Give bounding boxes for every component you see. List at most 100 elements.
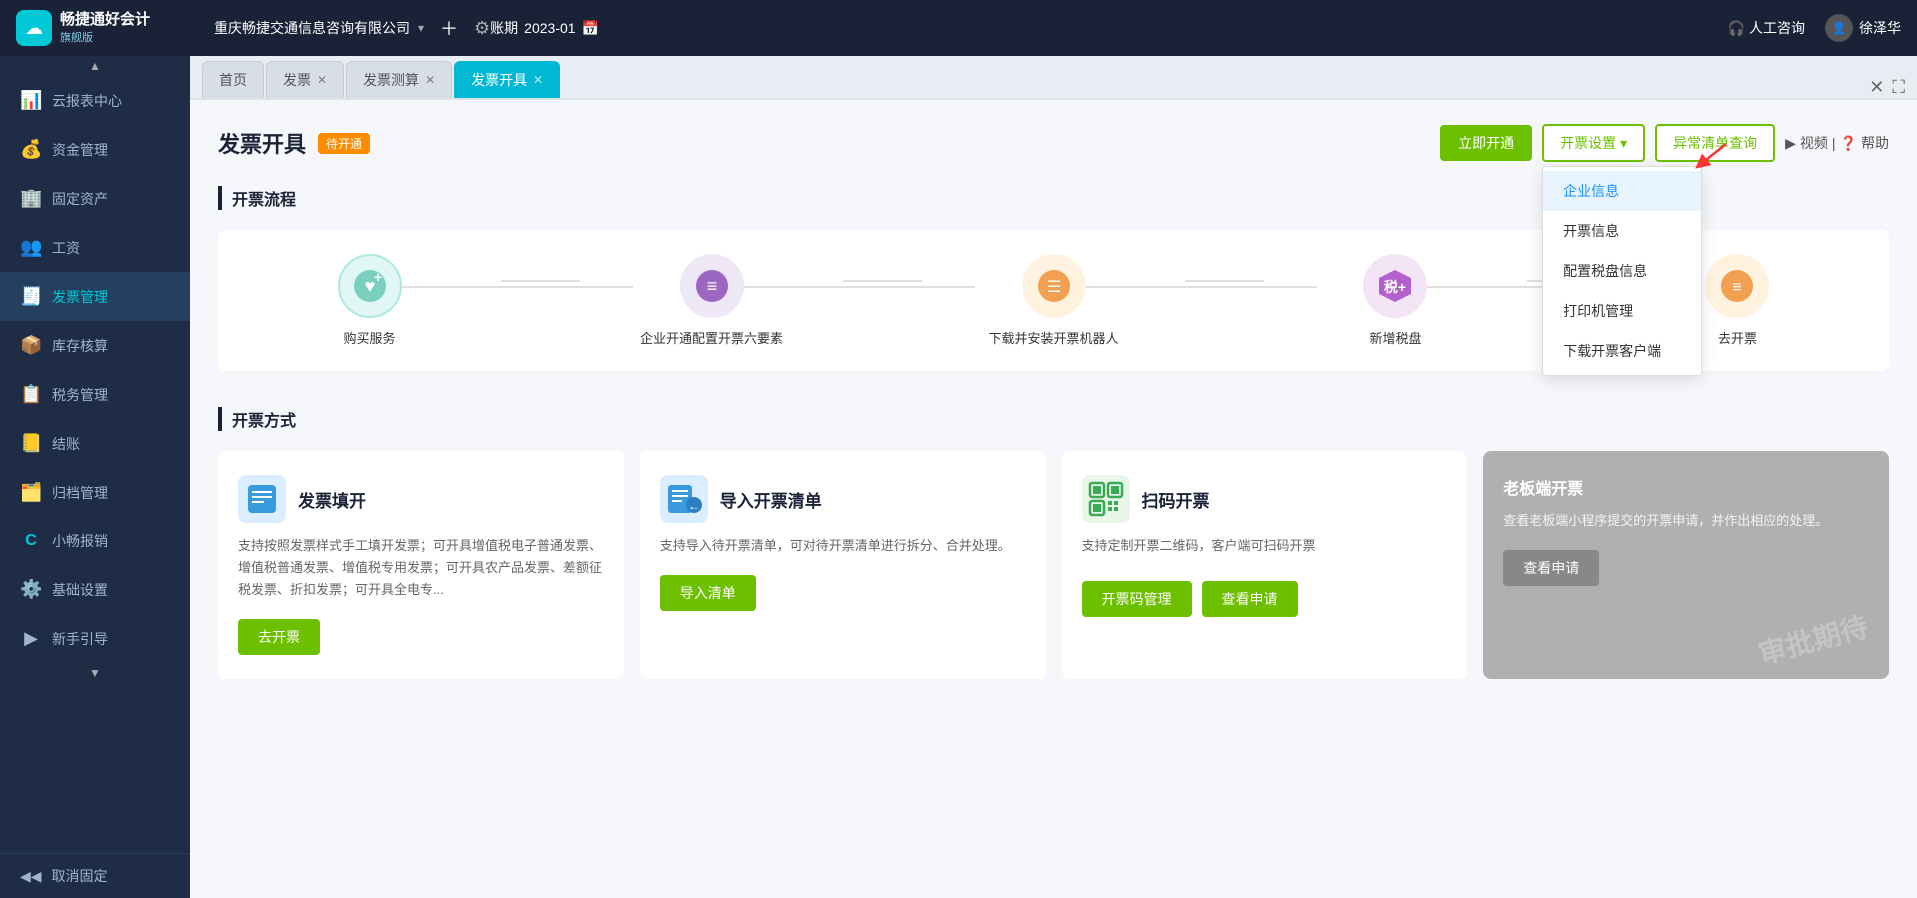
step-label-add-disk: 新增税盘 xyxy=(1369,328,1421,347)
flow-step-config: ≡ 企业开通配置开票六要素 xyxy=(580,254,843,347)
fill-invoice-desc: 支持按照发票样式手工填开发票；可开具增值税电子普通发票、增值税普通发票、增值税专… xyxy=(238,535,604,601)
archive-icon: 🗂️ xyxy=(20,482,42,503)
sidebar-bottom: ◀◀ 取消固定 xyxy=(0,853,190,898)
tab-invoice-close[interactable]: ✕ xyxy=(317,73,327,87)
scan-buttons: 开票码管理 查看申请 xyxy=(1082,575,1448,617)
sidebar-item-cloud-report[interactable]: 📊 云报表中心 xyxy=(0,76,190,125)
tab-invoice[interactable]: 发票 ✕ xyxy=(266,61,344,98)
company-dropdown-icon[interactable]: ▾ xyxy=(418,21,424,35)
calendar-icon[interactable]: 📅 xyxy=(582,20,599,37)
step-label-go-invoice: 去开票 xyxy=(1718,328,1757,347)
sidebar-item-inventory[interactable]: 📦 库存核算 xyxy=(0,321,190,370)
method-header-boss: 老板端开票 xyxy=(1503,475,1869,499)
sidebar-item-guide[interactable]: ▶ 新手引导 xyxy=(0,614,190,663)
cloud-report-icon: 📊 xyxy=(20,90,42,111)
report-icon: C xyxy=(20,532,42,550)
activate-button[interactable]: 立即开通 xyxy=(1440,125,1532,161)
sidebar-item-settle[interactable]: 📒 结账 xyxy=(0,419,190,468)
method-header-scan: 扫码开票 xyxy=(1082,475,1448,523)
user-name: 徐泽华 xyxy=(1859,18,1901,38)
method-card-fill: 发票填开 支持按照发票样式手工填开发票；可开具增值税电子普通发票、增值税普通发票… xyxy=(218,451,624,679)
fill-invoice-icon xyxy=(238,475,286,523)
page-title: 发票开具 xyxy=(218,127,306,159)
settings-gear-icon[interactable]: ⚙ xyxy=(474,18,490,39)
settings-chevron-icon: ▾ xyxy=(1620,135,1627,152)
sidebar-item-salary[interactable]: 👥 工资 xyxy=(0,223,190,272)
tab-invoice-open[interactable]: 发票开具 ✕ xyxy=(454,61,560,98)
method-header-fill: 发票填开 xyxy=(238,475,604,523)
scan-invoice-desc: 支持定制开票二维码，客户端可扫码开票 xyxy=(1082,535,1448,557)
svg-text:+: + xyxy=(373,269,381,285)
maximize-window-button[interactable]: ⛶ xyxy=(1892,77,1905,98)
inventory-icon: 📦 xyxy=(20,335,42,356)
fund-icon: 💰 xyxy=(20,139,42,160)
step-connector-1 xyxy=(501,280,580,282)
consult-label: 人工咨询 xyxy=(1749,18,1805,38)
logo-text: 畅捷通好会计 xyxy=(60,11,150,29)
sidebar-unpin-label: 取消固定 xyxy=(52,866,108,886)
sidebar-item-report[interactable]: C 小畅报销 xyxy=(0,517,190,565)
tab-home[interactable]: 首页 xyxy=(202,61,264,98)
sidebar-label-settle: 结账 xyxy=(52,434,80,454)
dropdown-item-printer[interactable]: 打印机管理 xyxy=(1543,291,1701,331)
sidebar-item-settings[interactable]: ⚙️ 基础设置 xyxy=(0,565,190,614)
tab-invoice-calc[interactable]: 发票测算 ✕ xyxy=(346,61,452,98)
pin-icon: ◀◀ xyxy=(20,868,42,885)
svg-text:☰: ☰ xyxy=(1046,279,1060,296)
add-company-button[interactable]: ＋ xyxy=(440,15,458,41)
sidebar-scroll-up[interactable]: ▲ xyxy=(0,56,190,76)
boss-invoice-overlay: 审批期待 xyxy=(1754,605,1873,673)
sidebar-item-invoice[interactable]: 🧾 发票管理 xyxy=(0,272,190,321)
sidebar-item-archive[interactable]: 🗂️ 归档管理 xyxy=(0,468,190,517)
view-apply-button[interactable]: 查看申请 xyxy=(1202,581,1298,617)
main-area: 首页 发票 ✕ 发票测算 ✕ 发票开具 ✕ ✕ ⛶ xyxy=(190,56,1917,898)
sidebar-item-fund[interactable]: 💰 资金管理 xyxy=(0,125,190,174)
tab-invoice-open-close[interactable]: ✕ xyxy=(533,73,543,87)
dropdown-item-invoice-info[interactable]: 开票信息 xyxy=(1543,211,1701,251)
boss-invoice-desc: 查看老板端小程序提交的开票申请，并作出相应的处理。 xyxy=(1503,511,1869,532)
sidebar-label-fund: 资金管理 xyxy=(52,140,108,160)
settings-button[interactable]: 开票设置 ▾ xyxy=(1542,124,1645,162)
tab-invoice-label: 发票 xyxy=(283,70,311,90)
logo-sub: 旗舰版 xyxy=(60,29,150,45)
step-icon-config: ≡ xyxy=(680,254,744,318)
scan-invoice-title: 扫码开票 xyxy=(1142,487,1210,512)
dropdown-item-company-info[interactable]: 企业信息 xyxy=(1543,171,1701,211)
sidebar-item-tax[interactable]: 📋 税务管理 xyxy=(0,370,190,419)
tab-home-label: 首页 xyxy=(219,70,247,90)
user-profile[interactable]: 👤 徐泽华 xyxy=(1825,14,1901,42)
guide-icon: ▶ xyxy=(20,628,42,649)
qr-manage-button[interactable]: 开票码管理 xyxy=(1082,581,1192,617)
step-icon-download: ☰ xyxy=(1022,254,1086,318)
methods-section-title: 开票方式 xyxy=(218,407,1889,431)
video-button[interactable]: ▶ 视频 | ❓ 帮助 xyxy=(1785,133,1889,153)
step-connector-2 xyxy=(843,280,922,282)
sidebar-label-invoice: 发票管理 xyxy=(52,287,108,307)
consult-button[interactable]: 🎧 人工咨询 xyxy=(1728,18,1805,38)
header-period: 账期 2023-01 📅 xyxy=(490,18,599,38)
sidebar-item-fixed-assets[interactable]: 🏢 固定资产 xyxy=(0,174,190,223)
close-window-button[interactable]: ✕ xyxy=(1869,77,1884,98)
import-invoice-button[interactable]: 导入清单 xyxy=(660,575,756,611)
step-label-download: 下载并安装开票机器人 xyxy=(988,328,1118,347)
sidebar-scroll-down[interactable]: ▼ xyxy=(0,663,190,683)
header-right: 🎧 人工咨询 👤 徐泽华 xyxy=(1728,14,1901,42)
flow-step-buy: ♥ + 购买服务 xyxy=(238,254,501,347)
dropdown-item-client-download[interactable]: 下载开票客户端 xyxy=(1543,331,1701,371)
header-company[interactable]: 重庆畅捷交通信息咨询有限公司 ▾ xyxy=(214,18,424,38)
help-icon: ❓ xyxy=(1840,135,1857,152)
step-label-buy: 购买服务 xyxy=(344,328,396,347)
svg-text:≡: ≡ xyxy=(706,276,717,296)
fill-invoice-button[interactable]: 去开票 xyxy=(238,619,320,655)
tax-icon: 📋 xyxy=(20,384,42,405)
tab-invoice-calc-close[interactable]: ✕ xyxy=(425,73,435,87)
method-card-boss: 老板端开票 查看老板端小程序提交的开票申请，并作出相应的处理。 审批期待 查看申… xyxy=(1483,451,1889,679)
exception-button[interactable]: 异常清单查询 xyxy=(1655,124,1775,162)
logo-icon: ☁ xyxy=(16,10,52,46)
svg-text:←: ← xyxy=(688,499,700,513)
fill-invoice-title: 发票填开 xyxy=(298,487,366,512)
dropdown-item-tax-disk[interactable]: 配置税盘信息 xyxy=(1543,251,1701,291)
sidebar-unpin-button[interactable]: ◀◀ 取消固定 xyxy=(0,854,190,898)
boss-view-apply-button[interactable]: 查看申请 xyxy=(1503,550,1599,586)
divider: | xyxy=(1832,135,1836,151)
